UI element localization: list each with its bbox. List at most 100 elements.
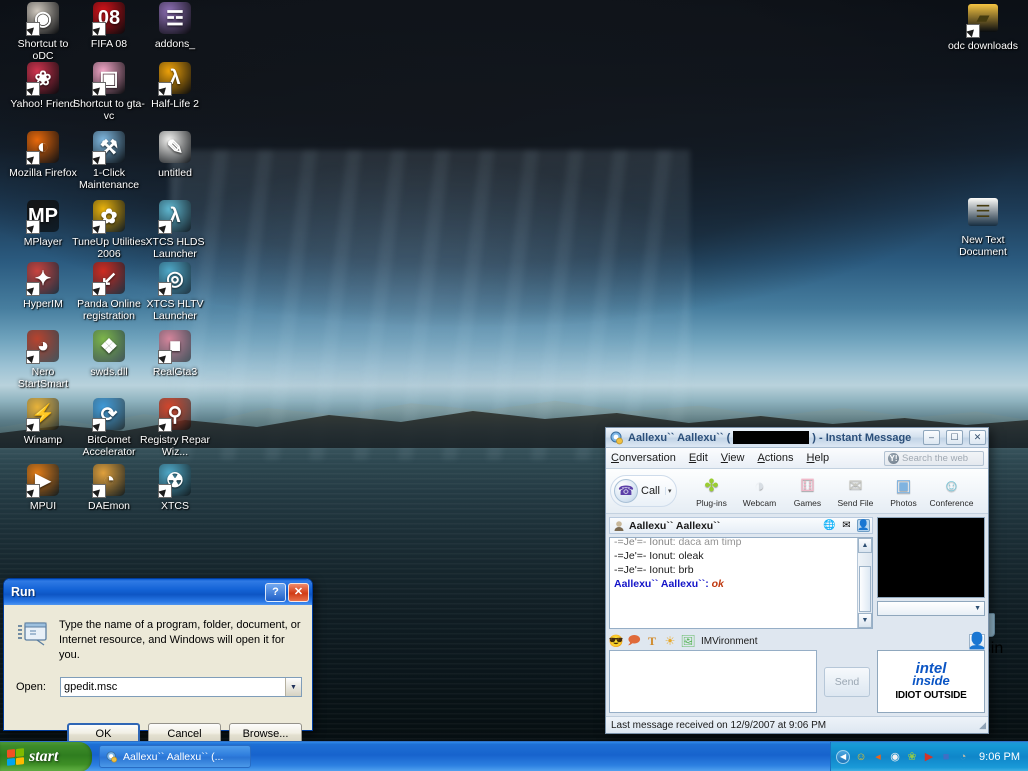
imvironment-icon[interactable]: 🖼	[680, 634, 695, 648]
volume-tray-icon[interactable]: ◂	[871, 750, 885, 764]
toolbar-conference-button[interactable]: ☺ Conference	[927, 474, 975, 508]
font-icon[interactable]: T	[645, 634, 659, 648]
help-button[interactable]: ?	[265, 582, 286, 602]
im-titlebar[interactable]: Aallexu`` Aallexu`` () - Instant Message…	[606, 428, 988, 448]
desktop-icon-xtcs-hlds-launcher[interactable]: λ XTCS HLDS Launcher	[138, 200, 212, 260]
chevron-down-icon[interactable]: ▾	[664, 487, 671, 495]
desktop-icon-bitcomet-accelerator[interactable]: ⟳ BitComet Accelerator	[72, 398, 146, 458]
desktop-icon-label: Half-Life 2	[151, 98, 199, 110]
toolbar-games-button[interactable]: ⚅ Games	[783, 474, 831, 508]
close-button[interactable]: ✕	[969, 430, 986, 445]
untitled-image-icon: ✎	[158, 131, 192, 165]
run-dialog[interactable]: Run ? ✕ Type the name of a program, fold…	[3, 578, 313, 745]
maximize-button[interactable]: ☐	[946, 430, 963, 445]
yahoo-messenger-tray-icon[interactable]: ☺	[854, 750, 868, 764]
im-menubar[interactable]: Conversation Edit View Actions Help Y! Search …	[606, 448, 988, 469]
desktop-icon-xtcs[interactable]: ☢ XTCS	[138, 464, 212, 513]
scroll-up-button[interactable]: ▲	[858, 538, 872, 553]
desktop-icon-one-click-maintenance[interactable]: ⚒ 1-Click Maintenance	[72, 131, 146, 191]
buzz-icon[interactable]: 🗩	[627, 633, 641, 648]
minimize-button[interactable]: –	[923, 430, 940, 445]
clock-tray-icon[interactable]: ◔	[956, 750, 970, 764]
scroll-down-button[interactable]: ▼	[858, 613, 872, 628]
open-combobox[interactable]: ▼	[60, 677, 302, 697]
run-dialog-titlebar[interactable]: Run ? ✕	[4, 579, 312, 605]
desktop-icon-label: DAEmon	[87, 500, 130, 512]
desktop-icon-half-life-2[interactable]: λ Half-Life 2	[138, 62, 212, 111]
desktop-icon-registry-repair-wizard[interactable]: ⚲ Registry Repar Wiz...	[138, 398, 212, 458]
desktop-icon-hyperim[interactable]: ✦ HyperIM	[6, 262, 80, 311]
instant-message-window[interactable]: Aallexu`` Aallexu`` () - Instant Message…	[605, 427, 989, 734]
message-input[interactable]	[609, 650, 817, 713]
taskbar-button-im-window[interactable]: Aallexu`` Aallexu`` (...	[99, 745, 251, 768]
scrollbar-track[interactable]	[858, 553, 872, 565]
menu-actions[interactable]: Actions	[757, 452, 793, 464]
desktop-icon-mozilla-firefox[interactable]: ◐ Mozilla Firefox	[6, 131, 80, 180]
desktop-icon-new-text-document[interactable]: ☰ New Text Document	[946, 196, 1020, 258]
yahoo-messenger-icon	[610, 431, 624, 445]
toolbar-plugins-button[interactable]: ✤ Plug-ins	[687, 474, 735, 508]
desktop-icon-label: MPUI	[29, 500, 57, 512]
chevron-down-icon[interactable]: ▼	[285, 678, 301, 696]
clock[interactable]: 9:06 PM	[979, 751, 1020, 763]
resize-grip[interactable]: ◢	[979, 720, 986, 731]
system-tray[interactable]: ◀ ☺ ◂ ◉ ❀ ▶ ■ ◔ 9:06 PM	[830, 741, 1028, 771]
desktop-icon-xtcs-hltv-launcher[interactable]: ◎ XTCS HLTV Launcher	[138, 262, 212, 322]
desktop-icon-winamp[interactable]: ⚡ Winamp	[6, 398, 80, 447]
send-button[interactable]: Send	[824, 666, 870, 697]
message-history[interactable]: -=Je'=- Ionut: daca am timp -=Je'=- Ionut…	[609, 537, 873, 629]
scrollbar-thumb[interactable]	[859, 566, 871, 612]
desktop-icon-nero-startsmart[interactable]: ◕ Nero StartSmart	[6, 330, 80, 390]
winamp-tray-icon[interactable]: ▶	[922, 750, 936, 764]
desktop-icon-realgta3[interactable]: ■ RealGta3	[138, 330, 212, 379]
im-body: Aallexu`` Aallexu`` 🌐 ✉ 👤 -=Je'=- Ionut:…	[606, 514, 988, 632]
tray-expand-icon[interactable]: ◀	[836, 749, 851, 764]
menu-conversation[interactable]: Conversation	[611, 452, 676, 464]
message-scrollbar[interactable]: ▲ ▼	[857, 538, 872, 628]
desktop-icon-swds-dll[interactable]: ❖ swds.dll	[72, 330, 146, 379]
toolbar-send-file-button[interactable]: ✉ Send File	[831, 474, 879, 508]
im-title-prefix: Aallexu`` Aallexu`` (	[628, 431, 731, 444]
webcam-dropdown[interactable]: ▼	[877, 601, 985, 616]
webcam-display[interactable]	[877, 517, 985, 598]
call-button[interactable]: ☎ Call ▾	[610, 475, 678, 507]
toolbar-photos-button[interactable]: ▣ Photos	[879, 474, 927, 508]
bitcomet-tray-icon[interactable]: ❀	[905, 750, 919, 764]
desktop-icon-addons-archive[interactable]: ☲ addons_	[138, 2, 212, 51]
desktop-icon-panda-online-registration[interactable]: ↙ Panda Online registration	[72, 262, 146, 322]
display-image-avatar[interactable]: intel inside IDIOT OUTSIDE	[877, 650, 985, 713]
desktop-icon-gta-vc[interactable]: ▣ Shortcut to gta-vc	[72, 62, 146, 122]
audibles-icon[interactable]: 👤	[967, 633, 987, 650]
start-button[interactable]: start	[0, 741, 92, 771]
mail-icon[interactable]: ✉	[840, 519, 853, 532]
desktop-icon-fifa-08[interactable]: 08 FIFA 08	[72, 2, 146, 51]
settings-icon[interactable]: ☀	[663, 634, 677, 648]
run-command-input[interactable]	[61, 681, 285, 693]
globe-icon[interactable]: 🌐	[823, 519, 836, 532]
search-input[interactable]: Search the web	[902, 453, 968, 464]
desktop-icon-odc[interactable]: ◉ Shortcut to oDC	[6, 2, 80, 62]
message-sender: -=Je'=- Ionut:	[614, 564, 679, 576]
profile-icon[interactable]: 👤	[857, 519, 870, 532]
desktop-icon-yahoo-friend[interactable]: ❀ Yahoo! Friend	[6, 62, 80, 111]
desktop-icon-mplayer[interactable]: MP MPlayer	[6, 200, 80, 249]
network-tray-icon[interactable]: ■	[939, 750, 953, 764]
imvironment-label[interactable]: IMVironment	[701, 636, 965, 647]
toolbar-webcam-button[interactable]: ◑ Webcam	[735, 474, 783, 508]
desktop-icon-daemon-tools[interactable]: ◔ DAEmon	[72, 464, 146, 513]
desktop-icon-untitled-image[interactable]: ✎ untitled	[138, 131, 212, 180]
menu-view[interactable]: View	[721, 452, 745, 464]
taskbar[interactable]: start Aallexu`` Aallexu`` (... ◀ ☺ ◂ ◉ ❀ ▶ ■ ◔…	[0, 741, 1028, 771]
menu-help[interactable]: Help	[807, 452, 830, 464]
panda-antivirus-tray-icon[interactable]: ◉	[888, 750, 902, 764]
desktop-icon-mpui[interactable]: ▶ MPUI	[6, 464, 80, 513]
desktop[interactable]: ◉ Shortcut to oDC 08 FIFA 08 ☲ addons_ ❀ Yahoo!…	[0, 0, 1028, 771]
close-button[interactable]: ✕	[288, 582, 309, 602]
search-the-web-box[interactable]: Y! Search the web	[884, 450, 984, 466]
im-toolbar[interactable]: ☎ Call ▾ ✤ Plug-ins ◑ Webcam ⚅ Games ✉ Send Fil…	[606, 469, 988, 514]
imvironment-row[interactable]: 😎 🗩 T ☀ 🖼 IMVironment 👤	[609, 632, 987, 651]
menu-edit[interactable]: Edit	[689, 452, 708, 464]
desktop-icon-tuneup-utilities-2006[interactable]: ✿ TuneUp Utilities 2006	[72, 200, 146, 260]
smiley-icon[interactable]: 😎	[609, 634, 624, 648]
desktop-icon-odc-downloads-folder[interactable]: ▰ odc downloads	[946, 2, 1020, 53]
